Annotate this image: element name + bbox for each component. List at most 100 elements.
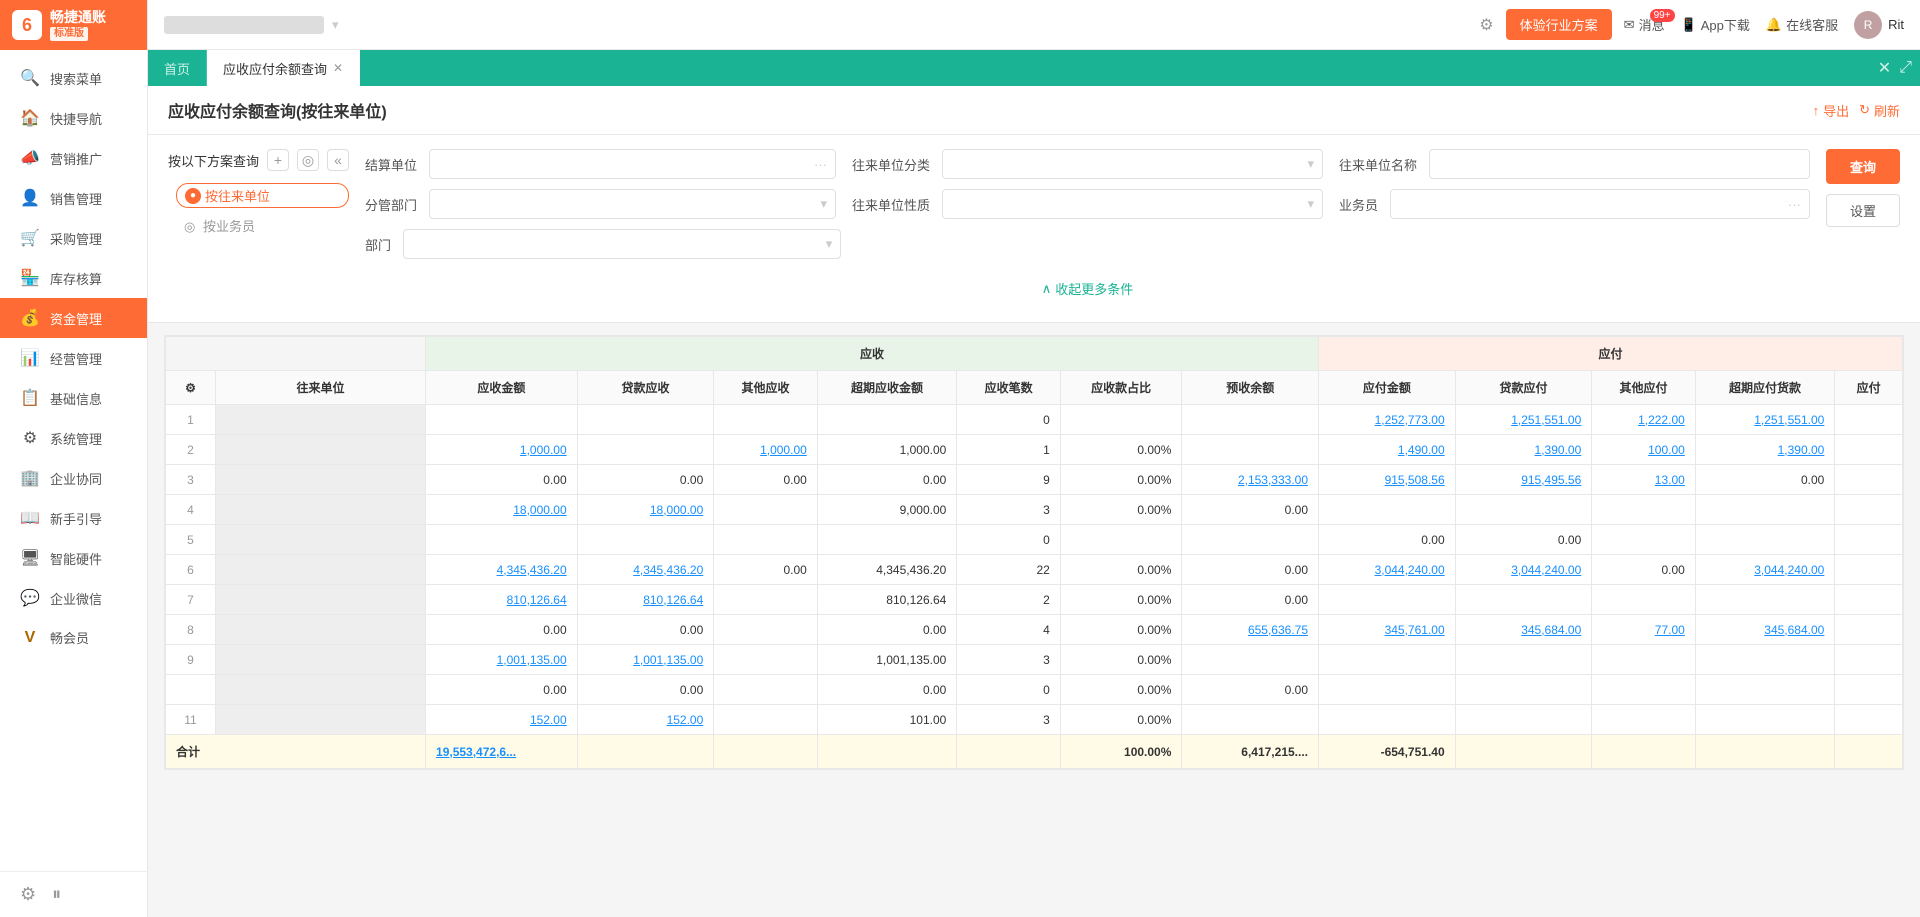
tab-close-all-icon[interactable]: ✕ bbox=[1878, 58, 1891, 78]
settlement-unit-input[interactable]: ··· bbox=[429, 149, 836, 179]
table-cell[interactable] bbox=[1592, 675, 1696, 705]
partner-name-input[interactable] bbox=[1429, 149, 1810, 179]
table-cell[interactable] bbox=[577, 405, 714, 435]
table-cell[interactable]: 1,390.00 bbox=[1455, 435, 1592, 465]
table-cell[interactable]: 77.00 bbox=[1592, 615, 1696, 645]
cell-link[interactable]: 655,636.75 bbox=[1248, 623, 1308, 637]
user-menu[interactable]: R Rit bbox=[1854, 11, 1904, 39]
cell-link[interactable]: 1,490.00 bbox=[1398, 443, 1445, 457]
table-cell[interactable] bbox=[1319, 705, 1456, 735]
table-cell[interactable]: 0.00 bbox=[1319, 525, 1456, 555]
cell-link[interactable]: 810,126.64 bbox=[643, 593, 703, 607]
sidebar-item-purchase[interactable]: 🛒 采购管理 bbox=[0, 218, 147, 258]
dept-manager-select[interactable]: ▾ bbox=[429, 189, 836, 219]
table-cell[interactable] bbox=[1592, 495, 1696, 525]
cell-link[interactable]: 13.00 bbox=[1655, 473, 1685, 487]
table-cell[interactable]: 810,126.64 bbox=[426, 585, 578, 615]
cell-link[interactable]: 1,390.00 bbox=[1535, 443, 1582, 457]
table-cell[interactable]: 0.00 bbox=[426, 615, 578, 645]
sidebar-item-finance[interactable]: 💰 资金管理 bbox=[0, 298, 147, 338]
partner-category-select[interactable]: ▾ bbox=[942, 149, 1323, 179]
cell-link[interactable]: 1,000.00 bbox=[760, 443, 807, 457]
cell-link[interactable]: 4,345,436.20 bbox=[633, 563, 703, 577]
table-cell[interactable]: 0.00 bbox=[577, 675, 714, 705]
table-cell[interactable] bbox=[1319, 495, 1456, 525]
cell-link[interactable]: 77.00 bbox=[1655, 623, 1685, 637]
cell-link[interactable]: 345,761.00 bbox=[1385, 623, 1445, 637]
table-cell[interactable] bbox=[714, 675, 818, 705]
table-cell[interactable] bbox=[1182, 435, 1319, 465]
table-cell[interactable]: 18,000.00 bbox=[577, 495, 714, 525]
table-cell[interactable] bbox=[1182, 705, 1319, 735]
table-cell[interactable]: 1,251,551.00 bbox=[1695, 405, 1835, 435]
message-button[interactable]: ✉ 消息 99+ bbox=[1624, 15, 1665, 34]
cell-link[interactable]: 18,000.00 bbox=[650, 503, 703, 517]
target-scheme-button[interactable]: ◎ bbox=[297, 149, 319, 171]
table-cell[interactable]: 1,252,773.00 bbox=[1319, 405, 1456, 435]
table-cell[interactable]: 1,490.00 bbox=[1319, 435, 1456, 465]
table-cell[interactable]: 0.00 bbox=[1455, 525, 1592, 555]
query-button[interactable]: 查询 bbox=[1826, 149, 1900, 184]
table-cell[interactable]: 1,001,135.00 bbox=[577, 645, 714, 675]
cell-link[interactable]: 3,044,240.00 bbox=[1511, 563, 1581, 577]
cell-link[interactable]: 1,000.00 bbox=[520, 443, 567, 457]
scheme-option-partner[interactable]: ● 按往来单位 bbox=[176, 183, 349, 208]
table-cell[interactable] bbox=[1695, 525, 1835, 555]
table-cell[interactable]: 1,000.00 bbox=[714, 435, 818, 465]
table-cell[interactable] bbox=[1182, 645, 1319, 675]
cell-link[interactable]: 345,684.00 bbox=[1764, 623, 1824, 637]
table-cell[interactable]: 345,684.00 bbox=[1455, 615, 1592, 645]
partner-nature-select[interactable]: ▾ bbox=[942, 189, 1323, 219]
collapse-button[interactable]: ∧ 收起更多条件 bbox=[1042, 279, 1134, 298]
settings-col-icon[interactable]: ⚙ bbox=[185, 381, 196, 395]
cell-link[interactable]: 152.00 bbox=[530, 713, 567, 727]
cell-link[interactable]: 1,251,551.00 bbox=[1754, 413, 1824, 427]
table-cell[interactable]: 0.00 bbox=[1182, 555, 1319, 585]
online-service-button[interactable]: 🔔 在线客服 bbox=[1766, 15, 1838, 34]
sidebar-item-wechat[interactable]: 💬 企业微信 bbox=[0, 578, 147, 618]
table-cell[interactable] bbox=[426, 525, 578, 555]
table-cell[interactable] bbox=[1695, 585, 1835, 615]
sidebar-item-marketing[interactable]: 📣 营销推广 bbox=[0, 138, 147, 178]
table-cell[interactable]: 0.00 bbox=[1182, 675, 1319, 705]
table-cell[interactable] bbox=[1182, 525, 1319, 555]
cell-link[interactable]: 3,044,240.00 bbox=[1754, 563, 1824, 577]
cell-link[interactable]: 2,153,333.00 bbox=[1238, 473, 1308, 487]
add-scheme-button[interactable]: + bbox=[267, 149, 289, 171]
tab-home[interactable]: 首页 bbox=[148, 50, 207, 86]
sidebar-item-operations[interactable]: 📊 经营管理 bbox=[0, 338, 147, 378]
app-download-button[interactable]: 📱 App下载 bbox=[1681, 15, 1750, 34]
cell-link[interactable]: 18,000.00 bbox=[513, 503, 566, 517]
pause-icon[interactable]: ⏸ bbox=[52, 884, 61, 905]
cell-link[interactable]: 1,001,135.00 bbox=[497, 653, 567, 667]
cell-link[interactable]: 1,390.00 bbox=[1778, 443, 1825, 457]
sidebar-item-guide[interactable]: 📖 新手引导 bbox=[0, 498, 147, 538]
trial-button[interactable]: 体验行业方案 bbox=[1506, 9, 1612, 40]
table-cell[interactable] bbox=[714, 585, 818, 615]
table-cell[interactable] bbox=[1695, 495, 1835, 525]
table-cell[interactable]: 2,153,333.00 bbox=[1182, 465, 1319, 495]
table-cell[interactable] bbox=[1592, 705, 1696, 735]
table-cell[interactable]: 0.00 bbox=[1182, 585, 1319, 615]
table-cell[interactable]: 0.00 bbox=[714, 555, 818, 585]
cell-link[interactable]: 810,126.64 bbox=[507, 593, 567, 607]
table-cell[interactable] bbox=[1695, 645, 1835, 675]
table-cell[interactable]: 1,000.00 bbox=[426, 435, 578, 465]
table-cell[interactable]: 1,390.00 bbox=[1695, 435, 1835, 465]
table-cell[interactable] bbox=[1319, 645, 1456, 675]
table-cell[interactable] bbox=[1319, 585, 1456, 615]
sidebar-item-search[interactable]: 🔍 搜索菜单 bbox=[0, 58, 147, 98]
table-cell[interactable] bbox=[714, 645, 818, 675]
table-cell[interactable] bbox=[1695, 675, 1835, 705]
cell-link[interactable]: 152.00 bbox=[667, 713, 704, 727]
table-cell[interactable]: 1,251,551.00 bbox=[1455, 405, 1592, 435]
tab-expand-icon[interactable]: ⤢ bbox=[1899, 59, 1912, 77]
cell-link[interactable]: 100.00 bbox=[1648, 443, 1685, 457]
sidebar-item-sales[interactable]: 👤 销售管理 bbox=[0, 178, 147, 218]
cell-link[interactable]: 3,044,240.00 bbox=[1375, 563, 1445, 577]
sidebar-item-base-info[interactable]: 📋 基础信息 bbox=[0, 378, 147, 418]
table-cell[interactable]: 345,684.00 bbox=[1695, 615, 1835, 645]
sidebar-item-system[interactable]: ⚙ 系统管理 bbox=[0, 418, 147, 458]
table-cell[interactable]: 0.00 bbox=[426, 465, 578, 495]
table-cell[interactable]: 13.00 bbox=[1592, 465, 1696, 495]
